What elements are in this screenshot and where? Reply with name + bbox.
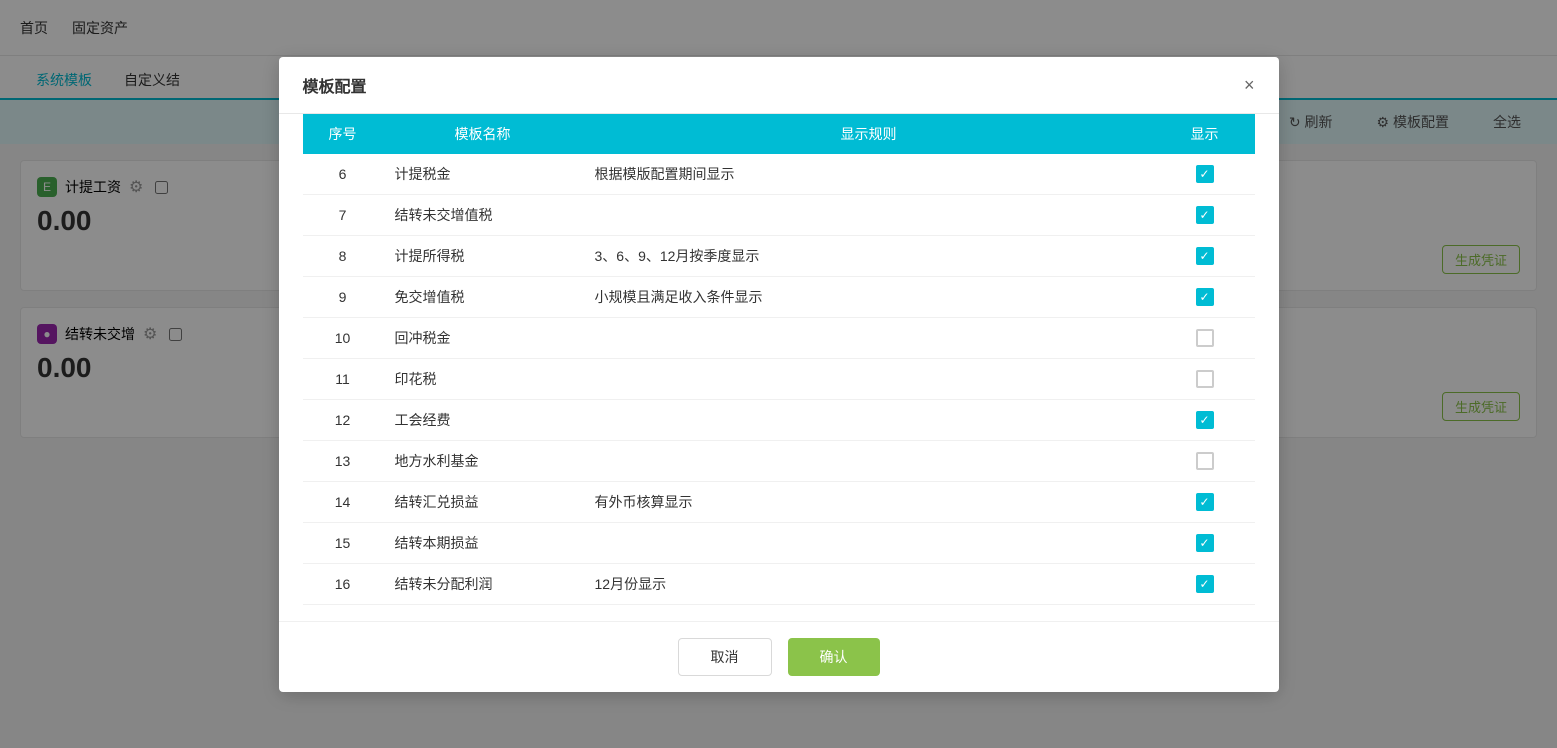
row-index: 16 <box>303 563 383 604</box>
row-index: 7 <box>303 194 383 235</box>
row-checkbox[interactable] <box>1196 411 1214 429</box>
row-rule <box>583 194 1155 235</box>
modal-close-button[interactable]: × <box>1244 76 1255 94</box>
table-header-row: 序号 模板名称 显示规则 显示 <box>303 114 1255 154</box>
row-rule <box>583 440 1155 481</box>
row-name: 印花税 <box>383 358 583 399</box>
modal-header: 模板配置 × <box>279 57 1279 114</box>
row-index: 9 <box>303 276 383 317</box>
row-display-cell <box>1155 154 1255 195</box>
row-checkbox[interactable] <box>1196 534 1214 552</box>
row-display-cell <box>1155 440 1255 481</box>
row-checkbox[interactable] <box>1196 247 1214 265</box>
modal-overlay: 模板配置 × 序号 模板名称 显示规则 显示 6计提税金根据模版配置期间显示7结… <box>0 0 1557 748</box>
row-rule <box>583 399 1155 440</box>
row-name: 回冲税金 <box>383 317 583 358</box>
table-row: 12工会经费 <box>303 399 1255 440</box>
row-index: 12 <box>303 399 383 440</box>
row-checkbox[interactable] <box>1196 329 1214 347</box>
row-rule: 3、6、9、12月按季度显示 <box>583 235 1155 276</box>
col-index: 序号 <box>303 114 383 154</box>
table-row: 11印花税 <box>303 358 1255 399</box>
row-name: 工会经费 <box>383 399 583 440</box>
row-display-cell <box>1155 235 1255 276</box>
row-index: 11 <box>303 358 383 399</box>
row-index: 10 <box>303 317 383 358</box>
row-display-cell <box>1155 317 1255 358</box>
modal-template-config: 模板配置 × 序号 模板名称 显示规则 显示 6计提税金根据模版配置期间显示7结… <box>279 57 1279 692</box>
config-table: 序号 模板名称 显示规则 显示 6计提税金根据模版配置期间显示7结转未交增值税8… <box>303 114 1255 605</box>
row-name: 免交增值税 <box>383 276 583 317</box>
row-index: 8 <box>303 235 383 276</box>
table-row: 10回冲税金 <box>303 317 1255 358</box>
row-display-cell <box>1155 194 1255 235</box>
row-name: 计提所得税 <box>383 235 583 276</box>
row-index: 6 <box>303 154 383 195</box>
row-name: 地方水利基金 <box>383 440 583 481</box>
row-checkbox[interactable] <box>1196 288 1214 306</box>
row-display-cell <box>1155 522 1255 563</box>
row-checkbox[interactable] <box>1196 370 1214 388</box>
row-rule: 根据模版配置期间显示 <box>583 154 1155 195</box>
row-display-cell <box>1155 563 1255 604</box>
col-display: 显示 <box>1155 114 1255 154</box>
row-rule <box>583 317 1155 358</box>
col-name: 模板名称 <box>383 114 583 154</box>
row-rule <box>583 358 1155 399</box>
col-rule: 显示规则 <box>583 114 1155 154</box>
row-index: 14 <box>303 481 383 522</box>
table-row: 16结转未分配利润12月份显示 <box>303 563 1255 604</box>
modal-title: 模板配置 <box>303 73 367 97</box>
table-body: 6计提税金根据模版配置期间显示7结转未交增值税8计提所得税3、6、9、12月按季… <box>303 154 1255 605</box>
row-display-cell <box>1155 399 1255 440</box>
table-row: 15结转本期损益 <box>303 522 1255 563</box>
table-row: 14结转汇兑损益有外币核算显示 <box>303 481 1255 522</box>
cancel-button[interactable]: 取消 <box>678 638 772 676</box>
row-index: 13 <box>303 440 383 481</box>
row-index: 15 <box>303 522 383 563</box>
row-name: 结转汇兑损益 <box>383 481 583 522</box>
confirm-button[interactable]: 确认 <box>788 638 880 676</box>
row-display-cell <box>1155 481 1255 522</box>
row-name: 结转本期损益 <box>383 522 583 563</box>
row-display-cell <box>1155 276 1255 317</box>
modal-footer: 取消 确认 <box>279 621 1279 692</box>
row-checkbox[interactable] <box>1196 493 1214 511</box>
row-rule <box>583 522 1155 563</box>
row-name: 计提税金 <box>383 154 583 195</box>
table-row: 8计提所得税3、6、9、12月按季度显示 <box>303 235 1255 276</box>
table-row: 9免交增值税小规模且满足收入条件显示 <box>303 276 1255 317</box>
row-rule: 12月份显示 <box>583 563 1155 604</box>
row-display-cell <box>1155 358 1255 399</box>
table-row: 6计提税金根据模版配置期间显示 <box>303 154 1255 195</box>
row-name: 结转未分配利润 <box>383 563 583 604</box>
table-row: 13地方水利基金 <box>303 440 1255 481</box>
row-checkbox[interactable] <box>1196 206 1214 224</box>
row-checkbox[interactable] <box>1196 575 1214 593</box>
row-rule: 小规模且满足收入条件显示 <box>583 276 1155 317</box>
row-rule: 有外币核算显示 <box>583 481 1155 522</box>
row-checkbox[interactable] <box>1196 165 1214 183</box>
row-checkbox[interactable] <box>1196 452 1214 470</box>
modal-body: 序号 模板名称 显示规则 显示 6计提税金根据模版配置期间显示7结转未交增值税8… <box>279 114 1279 621</box>
row-name: 结转未交增值税 <box>383 194 583 235</box>
table-row: 7结转未交增值税 <box>303 194 1255 235</box>
